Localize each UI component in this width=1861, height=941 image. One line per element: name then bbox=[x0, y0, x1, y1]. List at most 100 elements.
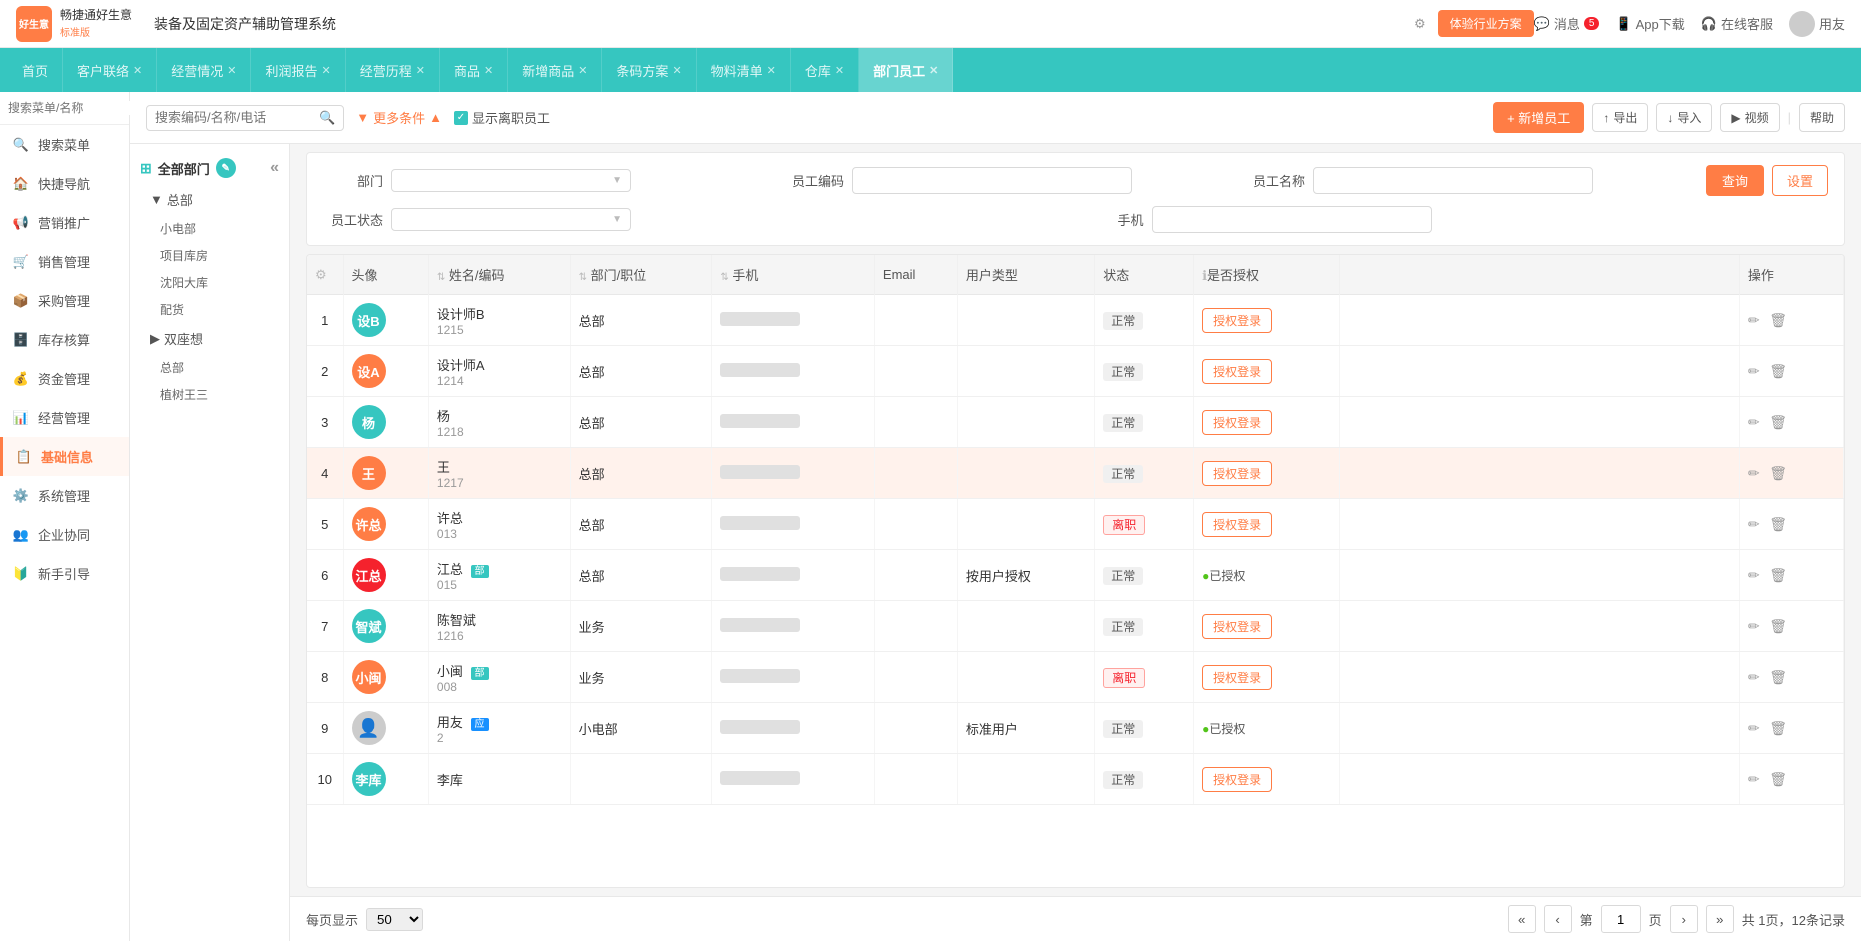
set-btn[interactable]: 设置 bbox=[1772, 165, 1828, 196]
sidebar-item-marketing[interactable]: 📢 营销推广 bbox=[0, 203, 129, 242]
authorize-btn[interactable]: 授权登录 bbox=[1202, 665, 1272, 690]
edit-btn[interactable]: ✏ bbox=[1748, 567, 1760, 583]
delete-btn[interactable]: 🗑 bbox=[1769, 414, 1787, 430]
delete-btn[interactable]: 🗑 bbox=[1769, 465, 1787, 481]
sidebar-item-guide[interactable]: 🔰 新手引导 bbox=[0, 554, 129, 593]
sidebar-item-basic[interactable]: 📋 基础信息 bbox=[0, 437, 129, 476]
dept-collapse-btn[interactable]: « bbox=[270, 159, 279, 177]
authorize-btn[interactable]: 授权登录 bbox=[1202, 767, 1272, 792]
edit-btn[interactable]: ✏ bbox=[1748, 363, 1760, 379]
query-btn[interactable]: 查询 bbox=[1706, 165, 1764, 196]
close-icon[interactable]: ✕ bbox=[835, 64, 844, 77]
sidebar-item-nav[interactable]: 🏠 快捷导航 bbox=[0, 164, 129, 203]
edit-btn[interactable]: ✏ bbox=[1748, 312, 1760, 328]
dept-filter-select[interactable]: ▼ bbox=[391, 169, 631, 192]
next-page-btn[interactable]: › bbox=[1670, 905, 1698, 933]
first-page-btn[interactable]: « bbox=[1508, 905, 1536, 933]
status-filter-select[interactable]: ▼ bbox=[391, 208, 631, 231]
import-btn[interactable]: ↓导入 bbox=[1656, 103, 1712, 132]
dept-sub-zongbu[interactable]: 总部 bbox=[130, 354, 289, 381]
tab-new-goods[interactable]: 新增商品 ✕ bbox=[508, 48, 602, 92]
close-icon[interactable]: ✕ bbox=[322, 64, 331, 77]
trial-btn[interactable]: 体验行业方案 bbox=[1438, 10, 1534, 37]
code-filter-input[interactable] bbox=[852, 167, 1132, 194]
row-dept: 业务 bbox=[570, 652, 712, 703]
tab-bom[interactable]: 物料清单 ✕ bbox=[697, 48, 791, 92]
dept-item-head[interactable]: ▼ 总部 bbox=[130, 184, 289, 215]
authorize-btn[interactable]: 授权登录 bbox=[1202, 359, 1272, 384]
show-resigned-toggle[interactable]: ✓ 显示离职员工 bbox=[454, 108, 550, 127]
sidebar-item-search[interactable]: 🔍 搜索菜单 bbox=[0, 125, 129, 164]
delete-btn[interactable]: 🗑 bbox=[1769, 618, 1787, 634]
delete-btn[interactable]: 🗑 bbox=[1769, 720, 1787, 736]
last-page-btn[interactable]: » bbox=[1706, 905, 1734, 933]
delete-btn[interactable]: 🗑 bbox=[1769, 363, 1787, 379]
sidebar-item-sales[interactable]: 🛒 销售管理 bbox=[0, 242, 129, 281]
delete-btn[interactable]: 🗑 bbox=[1769, 771, 1787, 787]
delete-btn[interactable]: 🗑 bbox=[1769, 516, 1787, 532]
help-btn[interactable]: 帮助 bbox=[1799, 103, 1845, 132]
table-settings-icon[interactable]: ⚙ bbox=[315, 267, 327, 282]
tab-home[interactable]: 首页 bbox=[8, 48, 63, 92]
close-icon[interactable]: ✕ bbox=[578, 64, 587, 77]
tab-customer[interactable]: 客户联络 ✕ bbox=[63, 48, 157, 92]
sidebar-item-inventory[interactable]: 🗄️ 库存核算 bbox=[0, 320, 129, 359]
app-download-btn[interactable]: 📱 App下载 bbox=[1615, 14, 1684, 33]
close-icon[interactable]: ✕ bbox=[767, 64, 776, 77]
more-conditions-btn[interactable]: ▼ 更多条件 ▲ bbox=[356, 108, 442, 127]
edit-btn[interactable]: ✏ bbox=[1748, 618, 1760, 634]
authorize-btn[interactable]: 授权登录 bbox=[1202, 461, 1272, 486]
tab-operation[interactable]: 经营情况 ✕ bbox=[157, 48, 251, 92]
page-input[interactable] bbox=[1601, 905, 1641, 933]
search-staff-input[interactable] bbox=[155, 110, 315, 125]
sidebar-item-finance[interactable]: 💰 资金管理 bbox=[0, 359, 129, 398]
tab-goods[interactable]: 商品 ✕ bbox=[440, 48, 508, 92]
prev-page-btn[interactable]: ‹ bbox=[1544, 905, 1572, 933]
online-service-btn[interactable]: 🎧 在线客服 bbox=[1701, 14, 1773, 33]
dept-sub-xiangmu[interactable]: 项目库房 bbox=[130, 242, 289, 269]
message-btn[interactable]: 💬 消息 5 bbox=[1534, 14, 1600, 33]
close-icon[interactable]: ✕ bbox=[227, 64, 236, 77]
sidebar-item-system[interactable]: ⚙️ 系统管理 bbox=[0, 476, 129, 515]
sidebar-item-business[interactable]: 📊 经营管理 bbox=[0, 398, 129, 437]
name-filter-input[interactable] bbox=[1313, 167, 1593, 194]
delete-btn[interactable]: 🗑 bbox=[1769, 312, 1787, 328]
phone-filter-input[interactable] bbox=[1152, 206, 1432, 233]
settings-icon[interactable]: ⚙ bbox=[1414, 16, 1426, 32]
edit-btn[interactable]: ✏ bbox=[1748, 669, 1760, 685]
authorize-btn[interactable]: 授权登录 bbox=[1202, 410, 1272, 435]
edit-btn[interactable]: ✏ bbox=[1748, 414, 1760, 430]
close-icon[interactable]: ✕ bbox=[484, 64, 493, 77]
tab-dept-staff[interactable]: 部门员工 ✕ bbox=[859, 48, 953, 92]
authorize-btn[interactable]: 授权登录 bbox=[1202, 614, 1272, 639]
close-icon[interactable]: ✕ bbox=[416, 64, 425, 77]
sidebar-item-collab[interactable]: 👥 企业协同 bbox=[0, 515, 129, 554]
tab-profit[interactable]: 利润报告 ✕ bbox=[251, 48, 345, 92]
dept-edit-btn[interactable]: ✎ bbox=[216, 158, 236, 178]
delete-btn[interactable]: 🗑 bbox=[1769, 669, 1787, 685]
video-btn[interactable]: ▶视频 bbox=[1720, 103, 1779, 132]
export-btn[interactable]: ↑导出 bbox=[1592, 103, 1648, 132]
dept-item-shuangzuo[interactable]: ▶ 双座想 bbox=[130, 323, 289, 354]
authorize-btn[interactable]: 授权登录 bbox=[1202, 308, 1272, 333]
tab-warehouse[interactable]: 仓库 ✕ bbox=[791, 48, 859, 92]
dept-sub-shenyang[interactable]: 沈阳大库 bbox=[130, 269, 289, 296]
delete-btn[interactable]: 🗑 bbox=[1769, 567, 1787, 583]
tab-barcode[interactable]: 条码方案 ✕ bbox=[602, 48, 696, 92]
close-icon[interactable]: ✕ bbox=[929, 64, 938, 77]
user-menu[interactable]: 用友 bbox=[1789, 11, 1845, 37]
edit-btn[interactable]: ✏ bbox=[1748, 720, 1760, 736]
tab-history[interactable]: 经营历程 ✕ bbox=[346, 48, 440, 92]
edit-btn[interactable]: ✏ bbox=[1748, 771, 1760, 787]
dept-sub-xiaodian[interactable]: 小电部 bbox=[130, 215, 289, 242]
edit-btn[interactable]: ✏ bbox=[1748, 465, 1760, 481]
sidebar-item-purchase[interactable]: 📦 采购管理 bbox=[0, 281, 129, 320]
close-icon[interactable]: ✕ bbox=[672, 64, 681, 77]
authorize-btn[interactable]: 授权登录 bbox=[1202, 512, 1272, 537]
edit-btn[interactable]: ✏ bbox=[1748, 516, 1760, 532]
dept-sub-zhishu[interactable]: 植树王三 bbox=[130, 381, 289, 408]
dept-sub-peihuo[interactable]: 配货 bbox=[130, 296, 289, 323]
close-icon[interactable]: ✕ bbox=[133, 64, 142, 77]
per-page-select[interactable]: 50 100 bbox=[366, 908, 423, 931]
add-employee-btn[interactable]: + 新增员工 bbox=[1493, 102, 1584, 133]
